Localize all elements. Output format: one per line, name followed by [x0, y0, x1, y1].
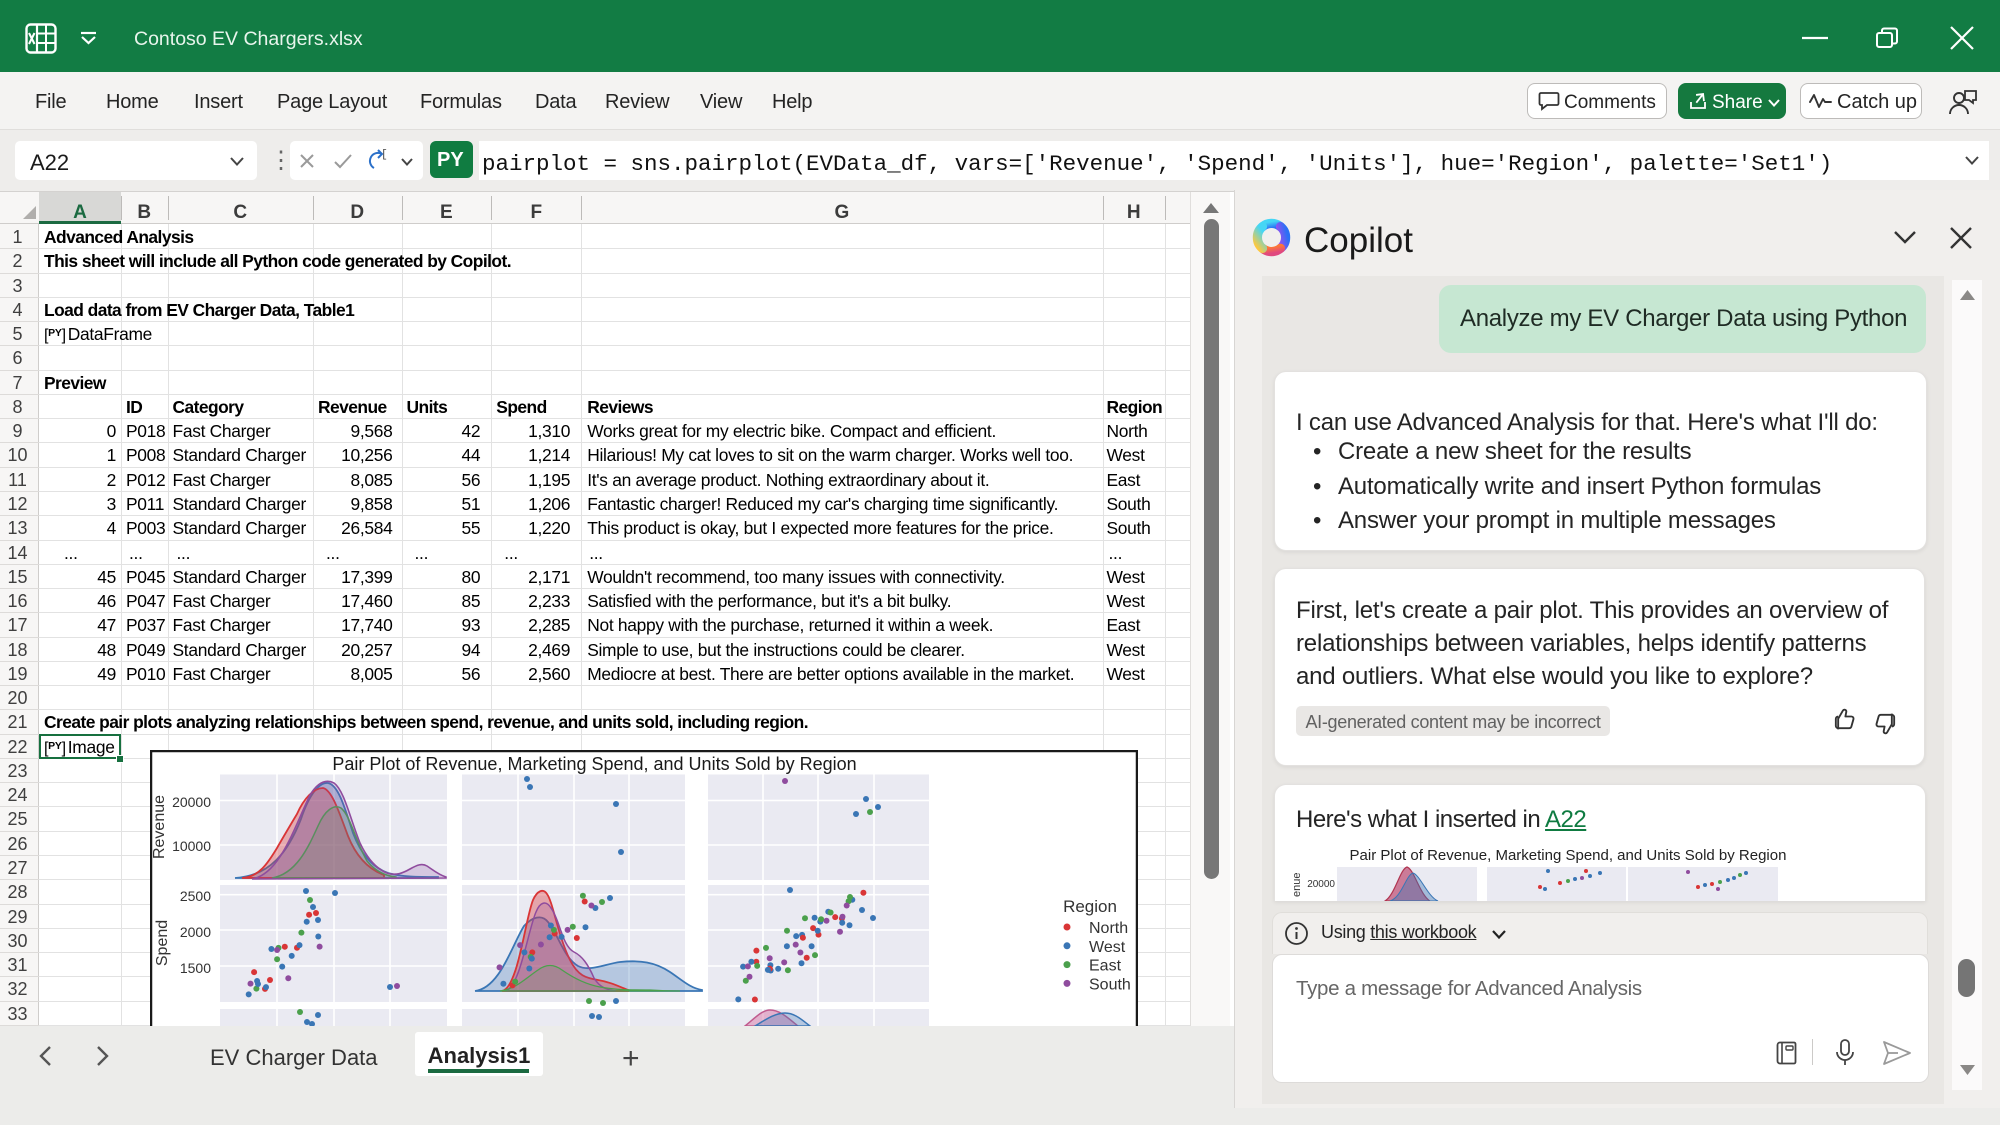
- svg-text:2000: 2000: [179, 924, 210, 940]
- svg-text:Spend: Spend: [154, 920, 171, 966]
- svg-text:enue: enue: [1291, 873, 1303, 897]
- svg-text:20000: 20000: [1307, 879, 1335, 890]
- svg-text:20000: 20000: [172, 794, 211, 810]
- svg-text:[ ]: [ ]: [381, 149, 392, 161]
- svg-text:North: North: [1089, 920, 1128, 937]
- svg-text:10000: 10000: [172, 838, 211, 854]
- svg-text:Region: Region: [1063, 897, 1117, 916]
- svg-text:West: West: [1089, 939, 1126, 956]
- svg-text:Pair Plot of Revenue, Marketin: Pair Plot of Revenue, Marketing Spend, a…: [332, 754, 856, 774]
- svg-text:South: South: [1089, 976, 1131, 993]
- svg-text:Pair Plot of Revenue, Marketin: Pair Plot of Revenue, Marketing Spend, a…: [1350, 847, 1787, 864]
- svg-text:1500: 1500: [179, 960, 210, 976]
- svg-text:East: East: [1089, 958, 1122, 975]
- svg-text:2500: 2500: [179, 888, 210, 904]
- svg-text:Revenue: Revenue: [151, 795, 168, 859]
